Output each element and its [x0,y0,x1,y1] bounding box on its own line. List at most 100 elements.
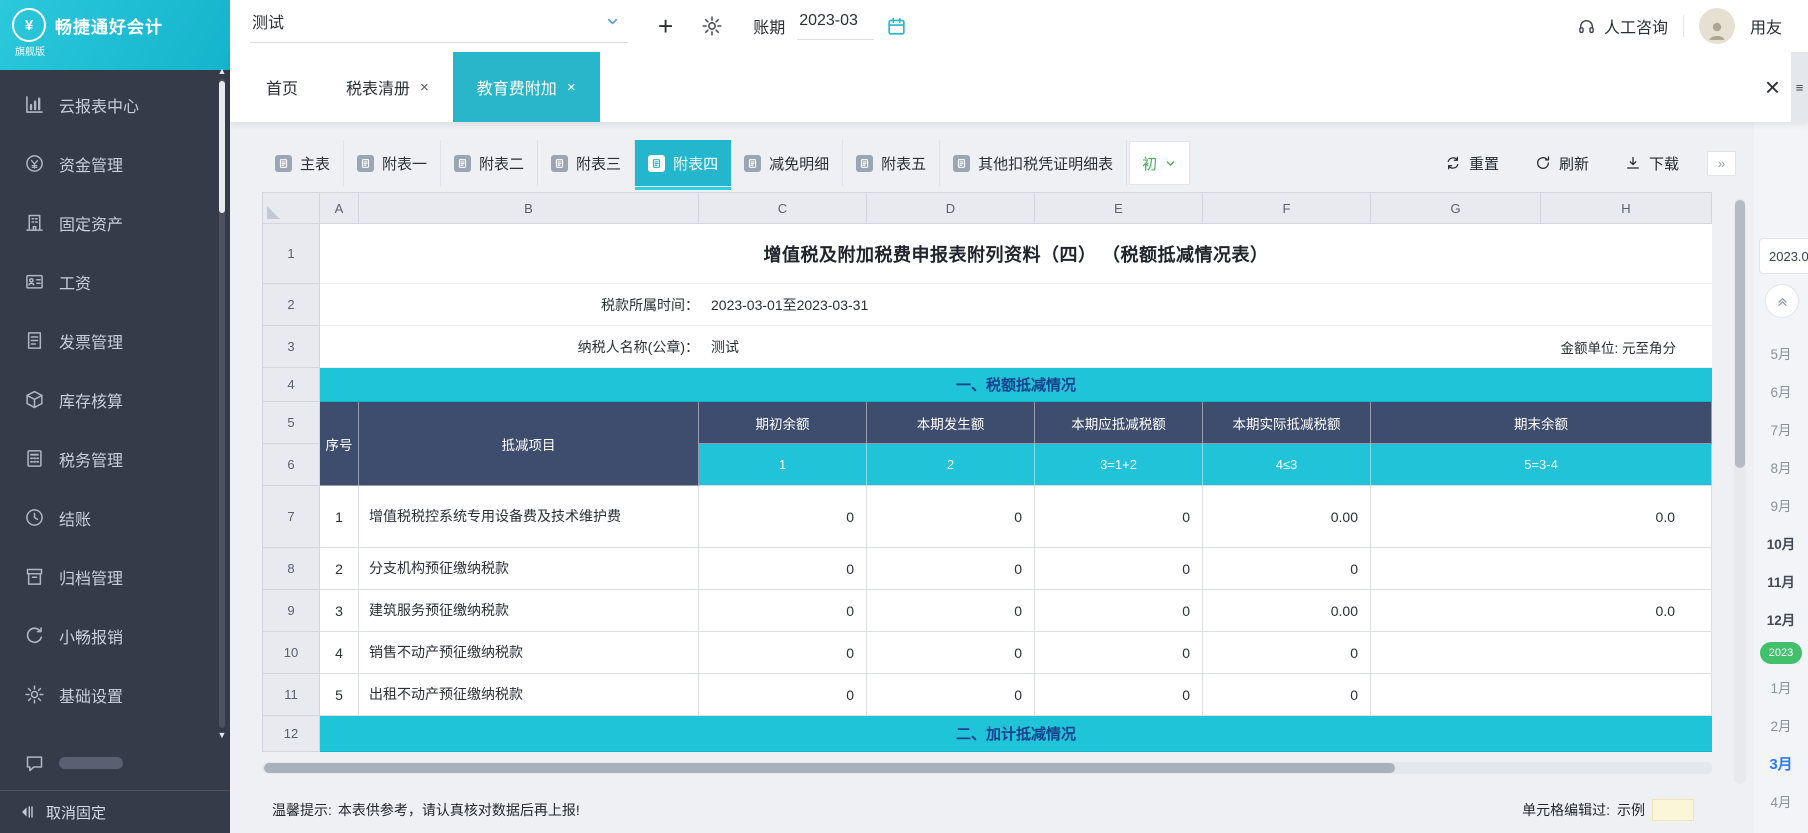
row-header-9[interactable]: 9 [262,590,320,632]
sheet-tab-reduction-detail[interactable]: 减免明细 [731,140,844,186]
column-header-a[interactable]: A [320,192,359,224]
value-cell[interactable]: 0.00 [1203,486,1371,548]
vertical-scrollbar[interactable] [1734,198,1746,784]
close-icon[interactable]: × [420,79,429,96]
vertical-scroll-thumb[interactable] [1735,200,1745,468]
month-item-june[interactable]: 6月 [1770,372,1791,410]
month-item-august[interactable]: 8月 [1770,448,1791,486]
sidebar-scroll-track[interactable] [219,79,225,728]
item-cell[interactable]: 建筑服务预征缴纳税款 [359,590,699,632]
value-cell[interactable]: 0 [1035,548,1203,590]
selected-period-box[interactable]: 2023.03 [1759,238,1808,274]
company-select[interactable]: 测试 [250,9,628,43]
horizontal-scrollbar[interactable] [262,762,1712,774]
value-cell[interactable] [1371,548,1712,590]
horizontal-scroll-thumb[interactable] [264,763,1395,773]
month-item-february[interactable]: 2月 [1770,706,1791,744]
value-cell[interactable]: 0 [1035,674,1203,716]
row-header-11[interactable]: 11 [262,674,320,716]
tab-tax-forms[interactable]: 税表清册 × [322,52,453,122]
row-header-8[interactable]: 8 [262,548,320,590]
row-header-4[interactable]: 4 [262,368,320,402]
value-cell[interactable]: 0 [699,590,867,632]
tab-list-button[interactable]: ≡ [1791,52,1808,122]
row-header-6[interactable]: 6 [262,444,320,486]
value-cell[interactable]: 0.0 [1371,590,1712,632]
sheet-tab-annex2[interactable]: 附表二 [441,140,539,186]
item-cell[interactable]: 出租不动产预征缴纳税款 [359,674,699,716]
reset-button[interactable]: 重置 [1445,153,1499,174]
month-item-october[interactable]: 10月 [1767,524,1796,562]
value-cell[interactable]: 0 [867,590,1035,632]
sheet-tab-annex3[interactable]: 附表三 [538,140,636,186]
sidebar-item-funds[interactable]: 资金管理 [0,134,230,193]
sheet-tab-other-voucher-detail[interactable]: 其他扣税凭证明细表 [940,140,1128,186]
column-header-d[interactable]: D [867,192,1035,224]
column-header-e[interactable]: E [1035,192,1203,224]
value-cell[interactable]: 0.0 [1371,486,1712,548]
value-cell[interactable]: 0 [867,632,1035,674]
sidebar-item-payroll[interactable]: 工资 [0,252,230,311]
value-cell[interactable] [1371,674,1712,716]
sheet-tab-annex4[interactable]: 附表四 [635,140,732,190]
value-cell[interactable] [1371,632,1712,674]
value-cell[interactable]: 0 [1203,674,1371,716]
refresh-button[interactable]: 刷新 [1535,153,1589,174]
value-cell[interactable]: 0 [699,486,867,548]
value-cell[interactable]: 0 [867,548,1035,590]
month-item-march-active[interactable]: 3月 [1769,744,1792,782]
value-cell[interactable]: 0 [699,674,867,716]
sidebar-item-fixed-assets[interactable]: 固定资产 [0,193,230,252]
avatar[interactable] [1698,8,1735,44]
sidebar-item-partial[interactable] [0,745,230,791]
value-cell[interactable]: 0 [1035,590,1203,632]
value-cell[interactable]: 0 [867,486,1035,548]
sidebar-item-cloud-report[interactable]: 云报表中心 [0,75,230,134]
scroll-to-top-button[interactable] [1765,284,1799,318]
sidebar-scroll-thumb[interactable] [219,81,225,213]
tab-education-surcharge[interactable]: 教育费附加 × [452,52,600,122]
month-item-september[interactable]: 9月 [1770,486,1791,524]
tax-period-value[interactable]: 2023-03-01至2023-03-31 [699,284,1712,326]
month-item-may[interactable]: 5月 [1770,334,1791,372]
column-header-c[interactable]: C [699,192,867,224]
row-header-2[interactable]: 2 [262,284,320,326]
row-header-10[interactable]: 10 [262,632,320,674]
sidebar-item-invoice[interactable]: 发票管理 [0,311,230,370]
sidebar-item-archive[interactable]: 归档管理 [0,547,230,606]
sidebar-item-reimburse[interactable]: 小畅报销 [0,606,230,665]
settings-gear-button[interactable] [701,15,723,37]
value-cell[interactable]: 0 [699,548,867,590]
scroll-down-arrow-icon[interactable]: ▼ [218,730,227,741]
tab-home[interactable]: 首页 [242,52,322,122]
row-header-7[interactable]: 7 [262,486,320,548]
period-dropdown[interactable]: 初 [1129,141,1191,185]
expand-panel-button[interactable]: » [1707,150,1736,176]
row-header-12[interactable]: 12 [262,716,320,752]
sidebar-item-tax[interactable]: 税务管理 [0,429,230,488]
close-icon[interactable]: × [567,79,576,96]
unpin-sidebar-button[interactable]: 取消固定 [0,790,230,833]
year-badge[interactable]: 2023 [1759,642,1803,664]
month-item-january[interactable]: 1月 [1770,668,1791,706]
value-cell[interactable]: 0 [1203,548,1371,590]
download-button[interactable]: 下载 [1625,153,1679,174]
item-cell[interactable]: 分支机构预征缴纳税款 [359,548,699,590]
column-header-h[interactable]: H [1541,192,1712,224]
sidebar-item-inventory[interactable]: 库存核算 [0,370,230,429]
close-panel-button[interactable]: × [1765,52,1780,122]
select-all-corner[interactable] [262,192,320,224]
sidebar-item-settings[interactable]: 基础设置 [0,665,230,724]
month-item-december[interactable]: 12月 [1767,600,1796,638]
row-header-1[interactable]: 1 [262,224,320,284]
calendar-button[interactable] [886,16,907,37]
live-support-button[interactable]: 人工咨询 [1577,14,1668,38]
add-account-button[interactable]: + [658,13,673,39]
sheet-tab-annex5[interactable]: 附表五 [843,140,941,186]
sheet-tab-annex1[interactable]: 附表一 [344,140,442,186]
user-menu[interactable]: 用友 [1750,14,1782,38]
sidebar-item-closing[interactable]: 结账 [0,488,230,547]
value-cell[interactable]: 0 [1035,486,1203,548]
sidebar-scrollbar[interactable]: ▲ ▼ [216,66,228,741]
month-item-november[interactable]: 11月 [1767,562,1795,600]
